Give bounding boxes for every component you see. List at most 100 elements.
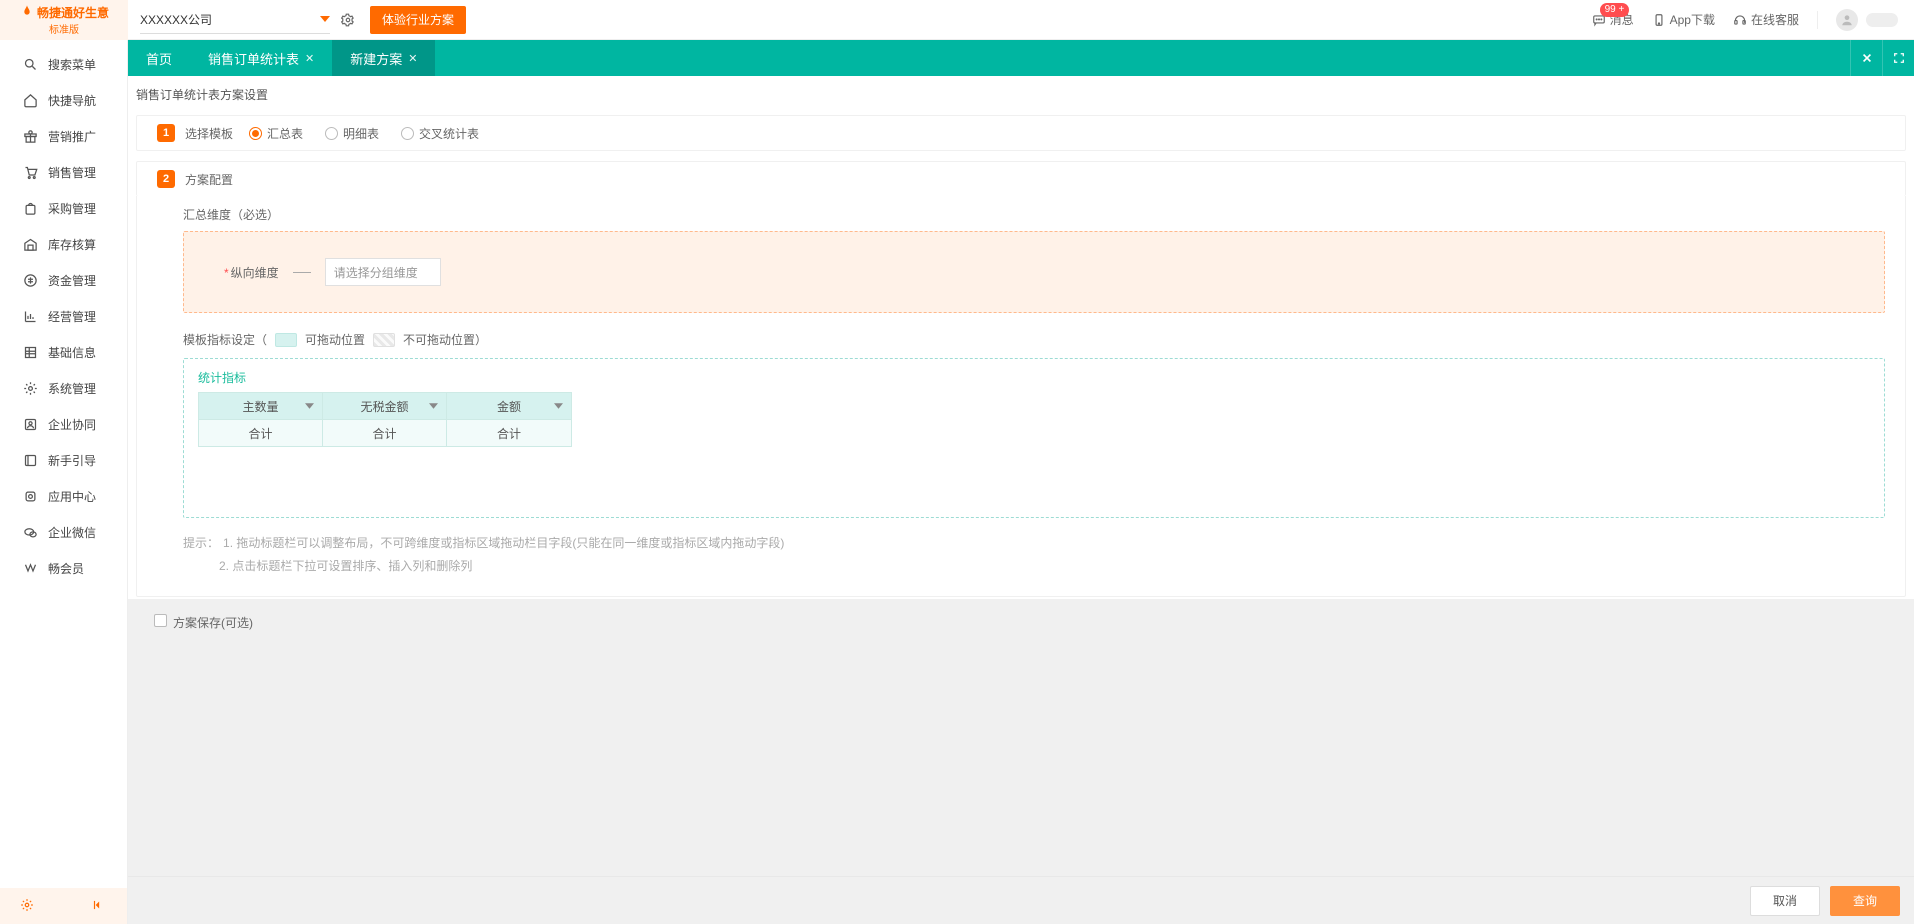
- sidebar-item-cart[interactable]: 销售管理: [0, 154, 127, 190]
- sidebar-item-coin[interactable]: 资金管理: [0, 262, 127, 298]
- sidebar-item-grid[interactable]: 基础信息: [0, 334, 127, 370]
- sidebar-item-gift[interactable]: 营销推广: [0, 118, 127, 154]
- sidebar-item-label: 快捷导航: [48, 92, 96, 109]
- legend-nodrag-label: 不可拖动位置）: [403, 331, 487, 348]
- tab-label: 首页: [146, 49, 172, 68]
- dimension-select[interactable]: 请选择分组维度: [325, 258, 441, 286]
- tab[interactable]: 销售订单统计表 ✕: [190, 40, 332, 76]
- wechat-icon: [22, 524, 38, 540]
- main-area: 首页销售订单统计表✕新建方案✕ 销售订单统计表方案设置 1 选择模板 汇总表明细…: [128, 40, 1914, 924]
- tip-1: 1. 拖动标题栏可以调整布局，不可跨维度或指标区域拖动栏目字段(只能在同一维度或…: [223, 536, 784, 550]
- collapse-sidebar-icon[interactable]: [91, 898, 107, 914]
- indicator-subtotal-cell: 合计: [323, 420, 447, 446]
- sidebar-item-label: 应用中心: [48, 488, 96, 505]
- messages-badge: 99 +: [1600, 3, 1630, 17]
- step1-header: 1 选择模板 汇总表明细表交叉统计表: [136, 115, 1906, 151]
- indicator-subtotal-cell: 合计: [199, 420, 323, 446]
- sidebar-footer: [0, 888, 127, 924]
- sidebar-item-guide[interactable]: 新手引导: [0, 442, 127, 478]
- indicator-title: 统计指标: [198, 369, 1870, 386]
- user-name-placeholder: [1866, 13, 1898, 27]
- sidebar-item-label: 基础信息: [48, 344, 96, 361]
- close-all-tabs-icon[interactable]: [1850, 40, 1882, 76]
- sidebar: 搜索菜单快捷导航营销推广销售管理采购管理库存核算资金管理经营管理基础信息系统管理…: [0, 40, 128, 924]
- tab[interactable]: 首页: [128, 40, 190, 76]
- indicator-subtotal-cell: 合计: [447, 420, 571, 446]
- sidebar-item-label: 库存核算: [48, 236, 96, 253]
- top-right-actions: 99 + 消息 App下载 在线客服: [1592, 9, 1914, 31]
- footer-actions: 取消 查询: [128, 876, 1914, 924]
- indicator-column-label: 金额: [497, 398, 521, 415]
- close-icon[interactable]: ✕: [408, 52, 417, 65]
- query-button[interactable]: 查询: [1830, 886, 1900, 916]
- cancel-button[interactable]: 取消: [1750, 886, 1820, 916]
- template-radio[interactable]: 交叉统计表: [401, 125, 479, 142]
- gear-icon: [22, 380, 38, 396]
- company-name: XXXXXX公司: [140, 11, 212, 28]
- vip-icon: [22, 560, 38, 576]
- radio-label: 交叉统计表: [419, 125, 479, 142]
- grid-icon: [22, 344, 38, 360]
- sidebar-item-gear[interactable]: 系统管理: [0, 370, 127, 406]
- step1-title: 选择模板: [185, 125, 233, 142]
- indicator-column-header[interactable]: 主数量: [199, 393, 323, 419]
- home-icon: [22, 92, 38, 108]
- sidebar-item-search[interactable]: 搜索菜单: [0, 46, 127, 82]
- sidebar-item-home[interactable]: 快捷导航: [0, 82, 127, 118]
- dimension-connector: [293, 272, 311, 273]
- coin-icon: [22, 272, 38, 288]
- sidebar-item-team[interactable]: 企业协同: [0, 406, 127, 442]
- indicator-column-label: 主数量: [242, 398, 278, 415]
- tab-label: 新建方案: [350, 49, 402, 68]
- top-header: 畅捷通好生意 标准版 XXXXXX公司 体验行业方案 99 + 消息 App下载: [0, 0, 1914, 40]
- template-radio[interactable]: 汇总表: [249, 125, 303, 142]
- sidebar-item-label: 经营管理: [48, 308, 96, 325]
- sidebar-item-vip[interactable]: 畅会员: [0, 550, 127, 586]
- app-download-button[interactable]: App下载: [1652, 11, 1715, 28]
- sidebar-item-label: 采购管理: [48, 200, 96, 217]
- legend-swatch-nodrag: [373, 333, 395, 347]
- dimension-dropzone: *纵向维度 请选择分组维度: [183, 231, 1885, 313]
- indicator-column-header[interactable]: 无税金额: [323, 393, 447, 419]
- chevron-down-icon[interactable]: [429, 403, 438, 409]
- sidebar-item-wechat[interactable]: 企业微信: [0, 514, 127, 550]
- dimension-placeholder: 请选择分组维度: [334, 264, 418, 281]
- avatar-icon: [1836, 9, 1858, 31]
- sidebar-item-label: 企业微信: [48, 524, 96, 541]
- fullscreen-icon[interactable]: [1882, 40, 1914, 76]
- close-icon[interactable]: ✕: [305, 52, 314, 65]
- user-menu[interactable]: [1836, 9, 1898, 31]
- support-button[interactable]: 在线客服: [1733, 11, 1799, 28]
- indicator-table: 主数量无税金额金额 合计合计合计: [198, 392, 572, 447]
- chevron-down-icon[interactable]: [554, 403, 563, 409]
- brand-logo-icon: [19, 4, 35, 20]
- tips: 提示：1. 拖动标题栏可以调整布局，不可跨维度或指标区域拖动栏目字段(只能在同一…: [183, 532, 1885, 578]
- save-scheme-label: 方案保存(可选): [173, 614, 253, 631]
- settings-icon[interactable]: [20, 898, 36, 914]
- company-select[interactable]: XXXXXX公司: [140, 6, 330, 34]
- sidebar-item-apps[interactable]: 应用中心: [0, 478, 127, 514]
- chevron-down-icon: [320, 16, 330, 22]
- indicator-column-header[interactable]: 金额: [447, 393, 571, 419]
- sidebar-item-warehouse[interactable]: 库存核算: [0, 226, 127, 262]
- template-radio-group: 汇总表 明细表 交叉统计表: [249, 125, 479, 142]
- company-settings-icon[interactable]: [340, 12, 356, 28]
- divider: [1817, 11, 1818, 29]
- sidebar-item-label: 畅会员: [48, 560, 84, 577]
- chart-icon: [22, 308, 38, 324]
- tab[interactable]: 新建方案 ✕: [332, 40, 435, 76]
- legend-prefix: 模板指标设定（: [183, 331, 267, 348]
- messages-button[interactable]: 99 + 消息: [1592, 11, 1634, 28]
- sidebar-item-chart[interactable]: 经营管理: [0, 298, 127, 334]
- search-icon: [22, 56, 38, 72]
- team-icon: [22, 416, 38, 432]
- radio-dot-icon: [401, 127, 414, 140]
- save-scheme-checkbox[interactable]: [154, 614, 167, 627]
- gift-icon: [22, 128, 38, 144]
- sidebar-item-bag[interactable]: 采购管理: [0, 190, 127, 226]
- tab-label: 销售订单统计表: [208, 49, 299, 68]
- trial-industry-button[interactable]: 体验行业方案: [370, 6, 466, 34]
- template-radio[interactable]: 明细表: [325, 125, 379, 142]
- chevron-down-icon[interactable]: [305, 403, 314, 409]
- radio-dot-icon: [249, 127, 262, 140]
